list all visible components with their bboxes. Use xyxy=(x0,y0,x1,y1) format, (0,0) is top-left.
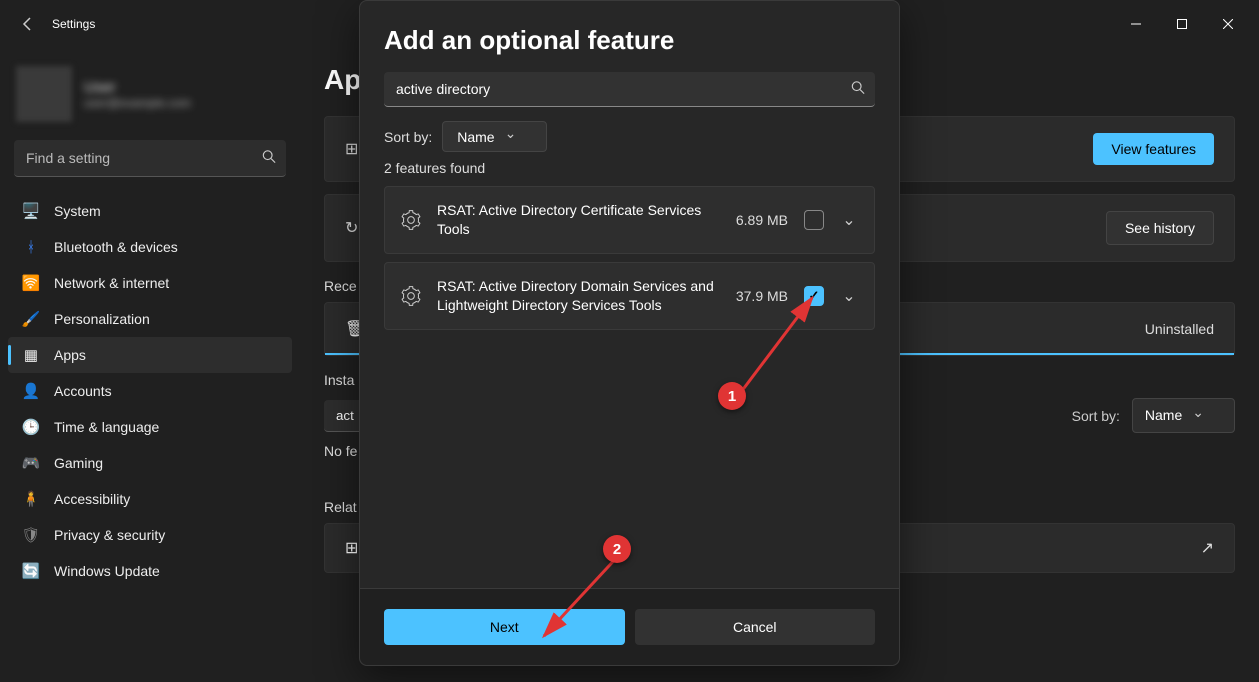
annotation-badge-2: 2 xyxy=(603,535,631,563)
feature-size: 6.89 MB xyxy=(736,212,788,228)
search-icon xyxy=(851,80,865,99)
chevron-down-icon[interactable]: ⌄ xyxy=(840,210,858,230)
gear-icon xyxy=(401,286,421,306)
gear-icon xyxy=(401,210,421,230)
sort-select[interactable]: Name xyxy=(442,121,547,152)
feature-list: RSAT: Active Directory Certificate Servi… xyxy=(384,186,875,330)
feature-checkbox[interactable] xyxy=(804,210,824,230)
feature-name: RSAT: Active Directory Domain Services a… xyxy=(437,277,720,315)
feature-item[interactable]: RSAT: Active Directory Domain Services a… xyxy=(384,262,875,330)
dialog-title: Add an optional feature xyxy=(384,25,875,56)
chevron-down-icon[interactable]: ⌄ xyxy=(840,286,858,306)
annotation-badge-1: 1 xyxy=(718,382,746,410)
feature-name: RSAT: Active Directory Certificate Servi… xyxy=(437,201,720,239)
cancel-button[interactable]: Cancel xyxy=(635,609,876,645)
feature-item[interactable]: RSAT: Active Directory Certificate Servi… xyxy=(384,186,875,254)
modal-overlay: Add an optional feature Sort by: Name 2 … xyxy=(0,0,1259,682)
features-count: 2 features found xyxy=(384,160,875,176)
next-button[interactable]: Next xyxy=(384,609,625,645)
feature-size: 37.9 MB xyxy=(736,288,788,304)
add-feature-dialog: Add an optional feature Sort by: Name 2 … xyxy=(359,0,900,666)
dialog-footer: Next Cancel xyxy=(360,588,899,665)
feature-checkbox[interactable] xyxy=(804,286,824,306)
feature-search-input[interactable] xyxy=(384,72,875,107)
sort-by-label: Sort by: xyxy=(384,129,432,145)
